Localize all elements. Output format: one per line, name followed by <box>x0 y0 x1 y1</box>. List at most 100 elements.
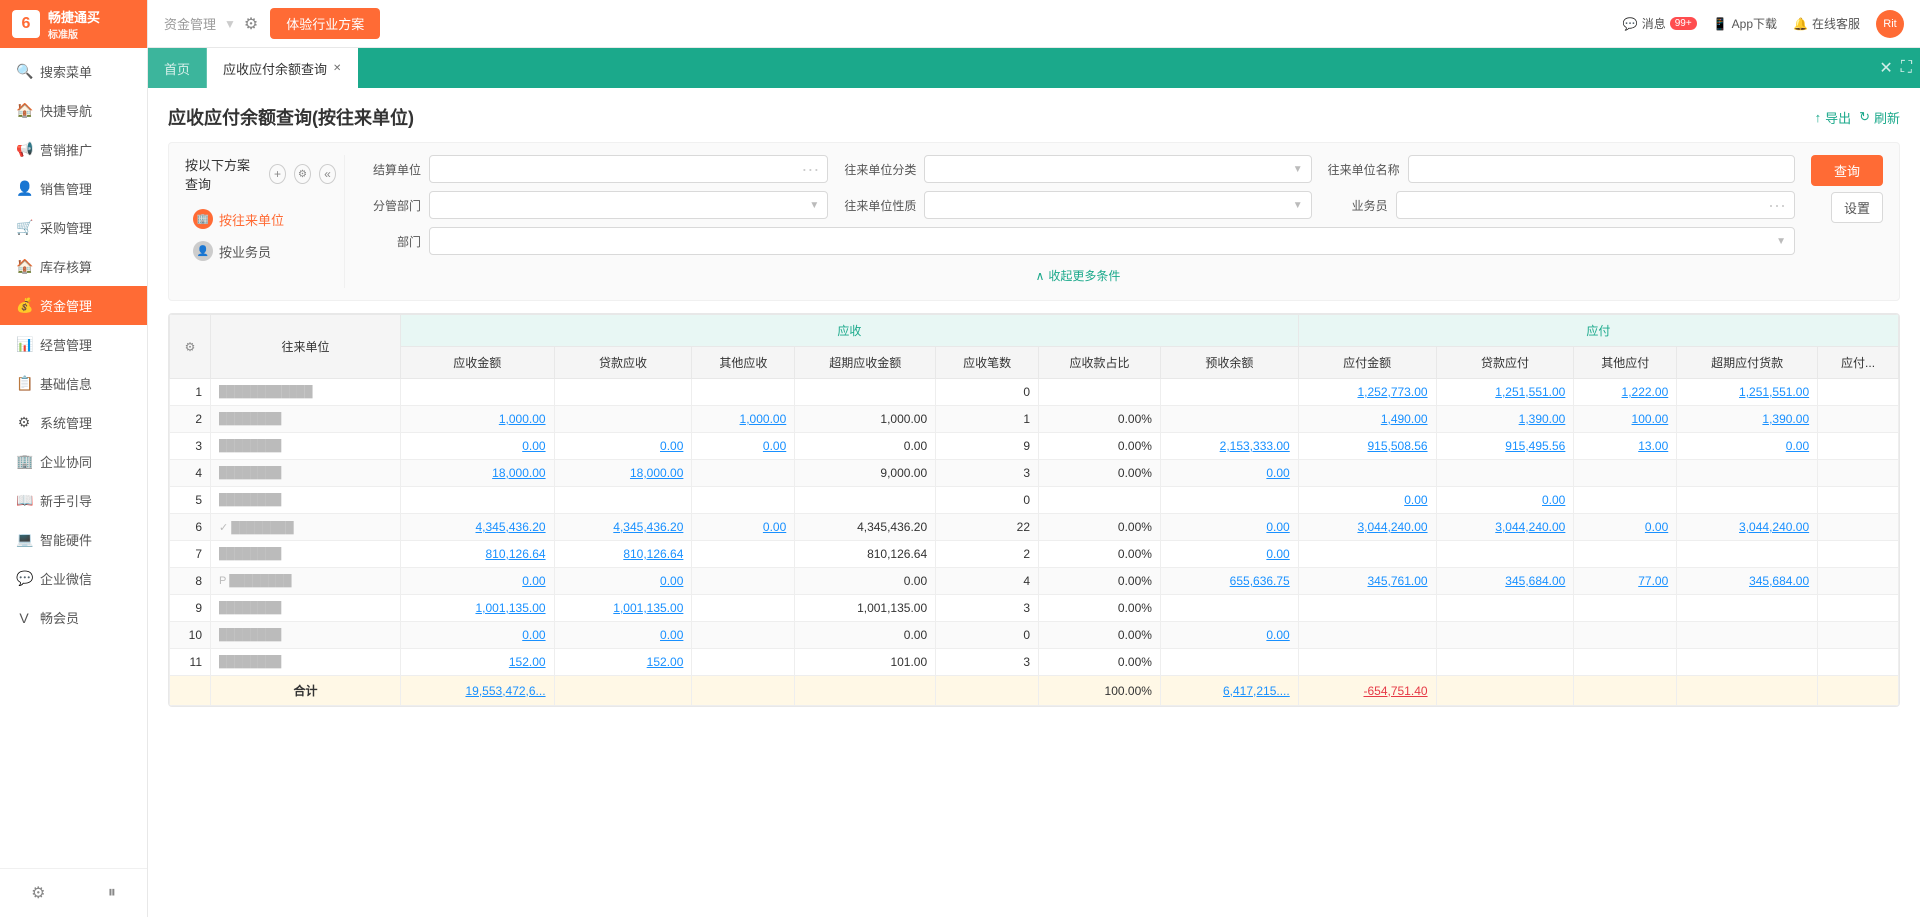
query-option-by-unit[interactable]: 🏢 按往来单位 <box>185 203 336 235</box>
cell-value[interactable] <box>692 379 795 406</box>
filter-input-ywy[interactable]: ··· <box>1396 191 1795 219</box>
cell-value[interactable] <box>1298 595 1436 622</box>
cell-value[interactable]: 1,390.00 <box>1677 406 1818 433</box>
cell-value[interactable]: 13.00 <box>1574 433 1677 460</box>
cell-value[interactable]: 4,345,436.20 <box>400 514 554 541</box>
summary-ar-prepay[interactable]: 6,417,215.... <box>1160 676 1298 706</box>
cell-value[interactable] <box>692 622 795 649</box>
cell-value[interactable]: 810,126.64 <box>554 541 692 568</box>
collapse-sidebar-btn[interactable]: ⏸ <box>96 878 128 908</box>
tab-ar-ap[interactable]: 应收应付余额查询 ✕ <box>207 48 358 88</box>
online-service-btn[interactable]: 🔔 在线客服 <box>1793 15 1860 32</box>
cell-value[interactable] <box>1160 595 1298 622</box>
cell-value[interactable] <box>692 541 795 568</box>
cell-value[interactable]: 1,001,135.00 <box>554 595 692 622</box>
cell-value[interactable] <box>1298 622 1436 649</box>
sidebar-item-search[interactable]: 🔍 搜索菜单 <box>0 52 147 91</box>
cell-value[interactable]: 3,044,240.00 <box>1298 514 1436 541</box>
tab-ar-ap-close[interactable]: ✕ <box>333 63 341 74</box>
cell-value[interactable]: 0.00 <box>400 622 554 649</box>
solution-btn[interactable]: 体验行业方案 <box>270 8 380 39</box>
cell-value[interactable]: 1,222.00 <box>1574 379 1677 406</box>
cell-value[interactable]: 345,761.00 <box>1298 568 1436 595</box>
cell-value[interactable] <box>1677 622 1818 649</box>
cell-value[interactable] <box>1160 487 1298 514</box>
cell-value[interactable] <box>1436 460 1574 487</box>
cell-value[interactable]: 0.00 <box>692 514 795 541</box>
cell-value[interactable] <box>692 595 795 622</box>
cell-value[interactable] <box>1677 595 1818 622</box>
cell-value[interactable] <box>692 460 795 487</box>
cell-value[interactable]: 345,684.00 <box>1436 568 1574 595</box>
cell-value[interactable]: 915,495.56 <box>1436 433 1574 460</box>
cell-value[interactable]: 1,000.00 <box>692 406 795 433</box>
cell-value[interactable]: 0.00 <box>1677 433 1818 460</box>
filter-settings-btn[interactable]: ⚙ <box>294 164 311 184</box>
export-btn[interactable]: ↑ 导出 <box>1815 108 1852 127</box>
cell-value[interactable]: 18,000.00 <box>400 460 554 487</box>
cell-value[interactable]: 4,345,436.20 <box>554 514 692 541</box>
cell-value[interactable] <box>1298 649 1436 676</box>
cell-value[interactable]: 77.00 <box>1574 568 1677 595</box>
summary-ap-amount[interactable]: -654,751.40 <box>1298 676 1436 706</box>
cell-value[interactable] <box>692 649 795 676</box>
cell-value[interactable]: 0.00 <box>554 568 692 595</box>
cell-value[interactable]: 0.00 <box>692 433 795 460</box>
tab-home[interactable]: 首页 <box>148 48 207 88</box>
filter-select-lwdwxz[interactable]: ▼ <box>924 191 1311 219</box>
cell-value[interactable] <box>1436 541 1574 568</box>
cell-value[interactable] <box>1574 595 1677 622</box>
th-settings[interactable]: ⚙ <box>170 315 211 379</box>
tab-maximize-btn[interactable]: ⛶ <box>1901 59 1912 77</box>
cell-value[interactable] <box>1298 460 1436 487</box>
cell-value[interactable] <box>1677 649 1818 676</box>
cell-value[interactable]: 345,684.00 <box>1677 568 1818 595</box>
cell-value[interactable]: 152.00 <box>554 649 692 676</box>
cell-value[interactable]: 0.00 <box>554 433 692 460</box>
app-download-btn[interactable]: 📱 App下载 <box>1713 15 1777 32</box>
filter-collapse-btn[interactable]: ∧ 收起更多条件 <box>361 263 1795 288</box>
cell-value[interactable] <box>400 487 554 514</box>
cell-value[interactable] <box>1160 379 1298 406</box>
cell-value[interactable]: 1,390.00 <box>1436 406 1574 433</box>
sidebar-item-operation[interactable]: 📊 经营管理 <box>0 325 147 364</box>
cell-value[interactable] <box>1574 460 1677 487</box>
cell-value[interactable]: 0.00 <box>1574 514 1677 541</box>
cell-value[interactable] <box>1574 622 1677 649</box>
cell-value[interactable]: 0.00 <box>1436 487 1574 514</box>
filter-select-lwdwfl[interactable]: ▼ <box>924 155 1311 183</box>
cell-value[interactable] <box>692 487 795 514</box>
cell-value[interactable]: 0.00 <box>400 433 554 460</box>
filter-input-jsdw[interactable]: ··· <box>429 155 828 183</box>
sidebar-item-marketing[interactable]: 📢 营销推广 <box>0 130 147 169</box>
cell-value[interactable] <box>1574 649 1677 676</box>
cell-value[interactable] <box>554 406 692 433</box>
sidebar-item-sales[interactable]: 👤 销售管理 <box>0 169 147 208</box>
cell-value[interactable]: 0.00 <box>554 622 692 649</box>
refresh-btn[interactable]: ↻ 刷新 <box>1859 108 1900 127</box>
cell-value[interactable] <box>1677 541 1818 568</box>
cell-value[interactable]: 810,126.64 <box>400 541 554 568</box>
cell-value[interactable]: 0.00 <box>1160 622 1298 649</box>
messages-btn[interactable]: 💬 消息 99+ <box>1623 15 1697 32</box>
cell-value[interactable] <box>1436 595 1574 622</box>
cell-value[interactable] <box>1436 649 1574 676</box>
cell-value[interactable]: 1,001,135.00 <box>400 595 554 622</box>
cell-value[interactable] <box>1160 649 1298 676</box>
tab-close-window-btn[interactable]: ✕ <box>1879 58 1892 78</box>
cell-value[interactable]: 0.00 <box>400 568 554 595</box>
cell-value[interactable]: 1,252,773.00 <box>1298 379 1436 406</box>
settings-bottom-icon[interactable]: ⚙ <box>19 877 57 909</box>
sidebar-item-system[interactable]: ⚙ 系统管理 <box>0 403 147 442</box>
cell-value[interactable] <box>1436 622 1574 649</box>
user-avatar[interactable]: Rit <box>1876 10 1904 38</box>
cell-value[interactable] <box>400 379 554 406</box>
cell-value[interactable]: 0.00 <box>1160 514 1298 541</box>
cell-value[interactable] <box>554 487 692 514</box>
cell-value[interactable]: 1,490.00 <box>1298 406 1436 433</box>
sidebar-item-guide[interactable]: 📖 新手引导 <box>0 481 147 520</box>
cell-value[interactable]: 18,000.00 <box>554 460 692 487</box>
filter-input-lwdwmc[interactable] <box>1408 155 1795 183</box>
sidebar-item-finance[interactable]: 💰 资金管理 <box>0 286 147 325</box>
query-btn[interactable]: 查询 <box>1811 155 1883 186</box>
